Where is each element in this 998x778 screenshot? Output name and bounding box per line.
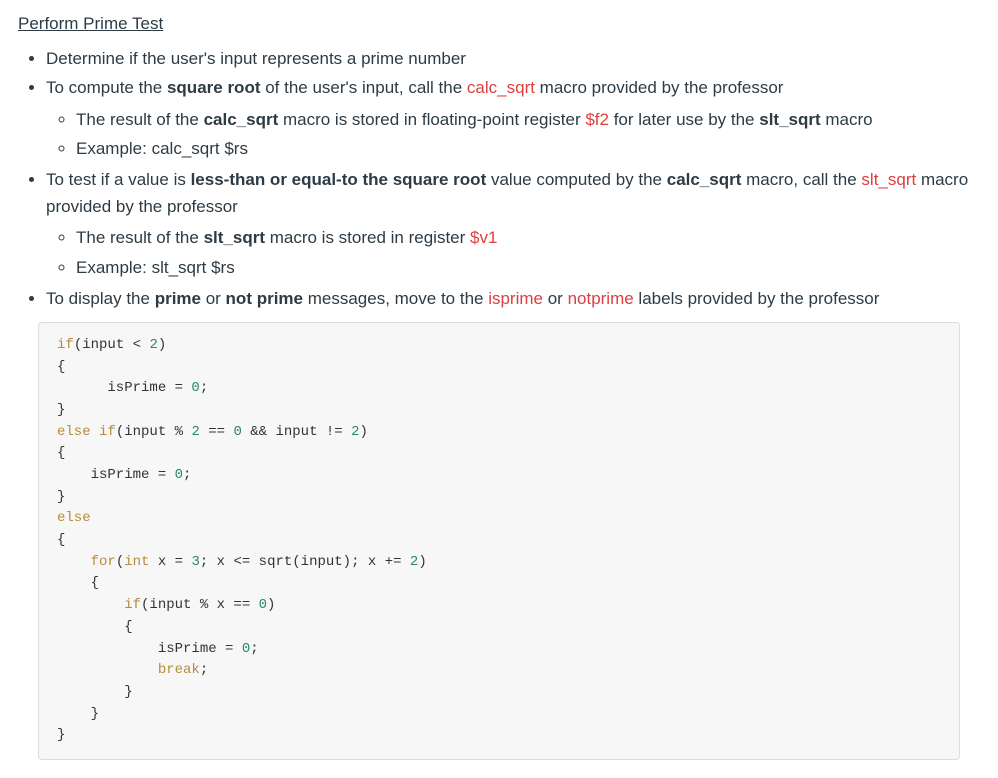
code: { <box>57 445 65 461</box>
sub-list: The result of the slt_sqrt macro is stor… <box>46 224 980 280</box>
text-bold: prime <box>155 289 201 308</box>
text: for later use by the <box>609 110 759 129</box>
text-bold: slt_sqrt <box>204 228 265 247</box>
code: { <box>57 575 99 591</box>
text: value computed by the <box>486 170 667 189</box>
num: 0 <box>242 641 250 657</box>
bullet-sqrt: To compute the square root of the user's… <box>46 74 980 162</box>
code: ( <box>116 554 124 570</box>
text: macro is stored in register <box>265 228 470 247</box>
num: 0 <box>175 467 183 483</box>
code: { <box>57 532 65 548</box>
text: macro provided by the professor <box>535 78 784 97</box>
code: ; <box>250 641 258 657</box>
text: The result of the <box>76 228 204 247</box>
code-block: if(input < 2) { isPrime = 0; } else if(i… <box>38 322 960 760</box>
num: 2 <box>149 337 157 353</box>
text-bold: calc_sqrt <box>204 110 279 129</box>
macro-slt_sqrt: slt_sqrt <box>861 170 916 189</box>
num: 2 <box>191 424 199 440</box>
kw-break: break <box>158 662 200 678</box>
text: or <box>543 289 568 308</box>
sub-bullet-result-slt: The result of the slt_sqrt macro is stor… <box>76 224 980 251</box>
code: isPrime = <box>57 467 175 483</box>
kw-if: if <box>57 337 74 353</box>
code: == <box>200 424 234 440</box>
code: && input != <box>242 424 351 440</box>
num: 0 <box>233 424 241 440</box>
text-bold: calc_sqrt <box>667 170 742 189</box>
sub-list: The result of the calc_sqrt macro is sto… <box>46 106 980 162</box>
text: or <box>201 289 226 308</box>
code: ; <box>183 467 191 483</box>
sub-bullet-result: The result of the calc_sqrt macro is sto… <box>76 106 980 133</box>
code: (input < <box>74 337 150 353</box>
code: { <box>57 359 65 375</box>
macro-calc_sqrt: calc_sqrt <box>467 78 535 97</box>
sub-bullet-example-slt: Example: slt_sqrt $rs <box>76 254 980 281</box>
text: macro <box>821 110 873 129</box>
code: (input % x == <box>141 597 259 613</box>
code: ; x <= sqrt(input); x += <box>200 554 410 570</box>
code: } <box>57 489 65 505</box>
code: { <box>57 619 133 635</box>
text: labels provided by the professor <box>634 289 880 308</box>
text: To test if a value is <box>46 170 191 189</box>
label-notprime: notprime <box>568 289 634 308</box>
text: macro is stored in floating-point regist… <box>278 110 585 129</box>
num: 0 <box>191 380 199 396</box>
kw-elseif: else if <box>57 424 116 440</box>
text: To display the <box>46 289 155 308</box>
register-f2: $f2 <box>585 110 609 129</box>
text: The result of the <box>76 110 204 129</box>
code: } <box>57 727 65 743</box>
text-bold: less-than or equal-to the square root <box>191 170 487 189</box>
code <box>57 662 158 678</box>
code: } <box>57 684 133 700</box>
text: macro, call the <box>741 170 861 189</box>
code: ) <box>418 554 426 570</box>
code: (input % <box>116 424 192 440</box>
code: ) <box>267 597 275 613</box>
kw-if: if <box>57 597 141 613</box>
kw-for: for <box>57 554 116 570</box>
section-title: Perform Prime Test <box>18 10 980 37</box>
bullet-display: To display the prime or not prime messag… <box>46 285 980 312</box>
num: 0 <box>259 597 267 613</box>
bullet-determine: Determine if the user's input represents… <box>46 45 980 72</box>
code: ; <box>200 662 208 678</box>
bullet-slt: To test if a value is less-than or equal… <box>46 166 980 281</box>
code: } <box>57 706 99 722</box>
sub-bullet-example: Example: calc_sqrt $rs <box>76 135 980 162</box>
kw-else: else <box>57 510 91 526</box>
code: } <box>57 402 65 418</box>
text: of the user's input, call the <box>261 78 467 97</box>
code: isPrime = <box>57 380 191 396</box>
text: messages, move to the <box>303 289 488 308</box>
code: ; <box>200 380 208 396</box>
code: ) <box>158 337 166 353</box>
num: 3 <box>191 554 199 570</box>
text-bold: square root <box>167 78 261 97</box>
label-isprime: isprime <box>488 289 543 308</box>
code: x = <box>149 554 191 570</box>
main-list: Determine if the user's input represents… <box>18 45 980 312</box>
code: isPrime = <box>57 641 242 657</box>
code: ) <box>359 424 367 440</box>
text-bold: not prime <box>226 289 303 308</box>
register-v1: $v1 <box>470 228 497 247</box>
text: To compute the <box>46 78 167 97</box>
kw-int: int <box>124 554 149 570</box>
text-bold: slt_sqrt <box>759 110 820 129</box>
